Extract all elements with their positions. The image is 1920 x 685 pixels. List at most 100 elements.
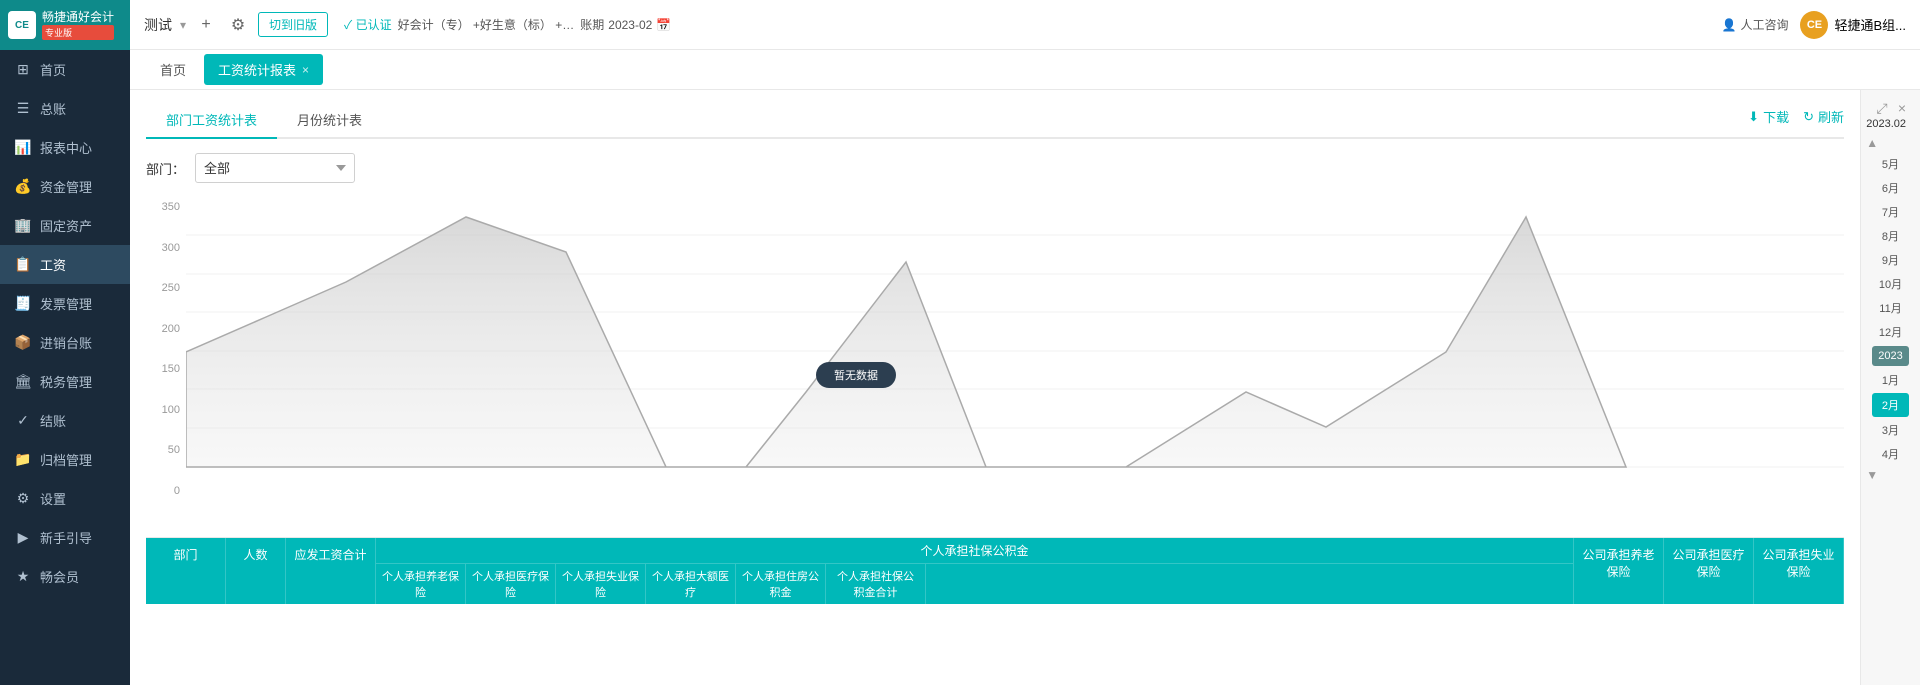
sidebar-item-label: 结账 bbox=[40, 411, 66, 430]
sidebar-item-label: 工资 bbox=[40, 255, 66, 274]
sidebar-item-reports[interactable]: 📊 报表中心 bbox=[0, 128, 130, 167]
th-personal-group: 个人承担社保公积金 个人承担养老保险 个人承担医疗保险 个人承担失业保险 个人承… bbox=[376, 538, 1574, 604]
tab-salary-report[interactable]: 工资统计报表 × bbox=[204, 54, 323, 85]
panel-up-arrow[interactable]: ▲ bbox=[1866, 136, 1914, 150]
sidebar-item-funds[interactable]: 💰 资金管理 bbox=[0, 167, 130, 206]
sub-tab-month[interactable]: 月份统计表 bbox=[277, 102, 382, 139]
th-personal-group-title: 个人承担社保公积金 bbox=[376, 538, 1573, 564]
bottom-table: 部门 人数 应发工资合计 个人承担社保公积金 个人承担养老保险 个人承担医疗保险… bbox=[146, 537, 1844, 604]
sidebar-item-ledger[interactable]: ☰ 总账 bbox=[0, 89, 130, 128]
assets-icon: 🏢 bbox=[14, 217, 32, 234]
switch-version-button[interactable]: 切到旧版 bbox=[258, 12, 328, 37]
right-panel-content: 2023.02 ▲ 5月 6月 7月 8月 9月 10月 11月 12月 202… bbox=[1866, 118, 1914, 484]
panel-month-1[interactable]: 1月 bbox=[1866, 368, 1914, 392]
dept-label: 部门： bbox=[146, 159, 185, 178]
tax-icon: 🏛 bbox=[14, 373, 32, 390]
sidebar-item-label: 发票管理 bbox=[40, 294, 92, 313]
refresh-button[interactable]: ↻ 刷新 bbox=[1803, 107, 1844, 126]
th-personal-group-cols: 个人承担养老保险 个人承担医疗保险 个人承担失业保险 个人承担大额医疗 个人承担… bbox=[376, 564, 1573, 604]
tab-home[interactable]: 首页 bbox=[146, 54, 200, 85]
sub-tab-dept[interactable]: 部门工资统计表 bbox=[146, 102, 277, 139]
user-menu[interactable]: CE 轻捷通B组... bbox=[1800, 11, 1906, 39]
archive-icon: 📁 bbox=[14, 451, 32, 468]
panel-month-8[interactable]: 8月 bbox=[1866, 224, 1914, 248]
logo-text: 畅捷通好会计 bbox=[42, 10, 114, 24]
sidebar-item-label: 税务管理 bbox=[40, 372, 92, 391]
sidebar-item-invoice[interactable]: 🧾 发票管理 bbox=[0, 284, 130, 323]
y-label-150: 150 bbox=[146, 363, 186, 375]
y-label-0: 0 bbox=[146, 485, 186, 497]
th-unemployment-company: 公司承担失业保险 bbox=[1754, 538, 1844, 604]
download-icon: ⬇ bbox=[1748, 109, 1759, 125]
salary-icon: 📋 bbox=[14, 256, 32, 273]
tabs-row: 首页 工资统计报表 × bbox=[130, 50, 1920, 90]
avatar: CE bbox=[1800, 11, 1828, 39]
settings-gear-icon[interactable]: ⚙ bbox=[226, 13, 250, 37]
add-button[interactable]: + bbox=[194, 13, 218, 37]
panel-month-7[interactable]: 7月 bbox=[1866, 200, 1914, 224]
help-button[interactable]: 👤 人工咨询 bbox=[1722, 16, 1789, 33]
sidebar-item-label: 归档管理 bbox=[40, 450, 92, 469]
download-button[interactable]: ⬇ 下载 bbox=[1748, 107, 1789, 126]
tab-close-icon[interactable]: × bbox=[302, 63, 309, 77]
right-panel: × ⤢ 2023.02 ▲ 5月 6月 7月 8月 9月 10月 11月 12月… bbox=[1860, 90, 1920, 685]
chart-container: 暂无数据 0 50 100 150 200 250 300 350 bbox=[146, 197, 1844, 537]
y-label-300: 300 bbox=[146, 242, 186, 254]
panel-month-5[interactable]: 5月 bbox=[1866, 152, 1914, 176]
sidebar-item-assets[interactable]: 🏢 固定资产 bbox=[0, 206, 130, 245]
top-header: 测试 ▾ + ⚙ 切到旧版 ✓ 已认证 好会计（专） +好生意（标） +… 账期… bbox=[130, 0, 1920, 50]
sidebar-item-label: 总账 bbox=[40, 99, 66, 118]
panel-year-2023[interactable]: 2023 bbox=[1872, 346, 1908, 366]
sidebar-item-archive[interactable]: 📁 归档管理 bbox=[0, 440, 130, 479]
y-label-100: 100 bbox=[146, 404, 186, 416]
panel-close-button[interactable]: × bbox=[1892, 98, 1912, 118]
member-icon: ★ bbox=[14, 568, 32, 585]
funds-icon: 💰 bbox=[14, 178, 32, 195]
panel-month-2-active[interactable]: 2月 bbox=[1872, 393, 1908, 417]
panel-month-12[interactable]: 12月 bbox=[1866, 320, 1914, 344]
calendar-icon[interactable]: 📅 bbox=[656, 18, 671, 32]
sidebar-item-label: 畅会员 bbox=[40, 567, 79, 586]
panel-month-10[interactable]: 10月 bbox=[1866, 272, 1914, 296]
toolbar: 部门： 全部 bbox=[146, 153, 1844, 183]
logo-text-area: 畅捷通好会计 专业版 bbox=[42, 10, 114, 39]
th-pension-company: 公司承担养老保险 bbox=[1574, 538, 1664, 604]
trade-icon: 📦 bbox=[14, 334, 32, 351]
dept-select[interactable]: 全部 bbox=[195, 153, 355, 183]
panel-month-6[interactable]: 6月 bbox=[1866, 176, 1914, 200]
th-major-medical-personal: 个人承担大额医疗 bbox=[646, 564, 736, 604]
th-pension-personal: 个人承担养老保险 bbox=[376, 564, 466, 604]
invoice-icon: 🧾 bbox=[14, 295, 32, 312]
sidebar-item-guide[interactable]: ▶ 新手引导 bbox=[0, 518, 130, 557]
th-people: 人数 bbox=[226, 538, 286, 604]
panel-month-11[interactable]: 11月 bbox=[1866, 296, 1914, 320]
panel-month-4[interactable]: 4月 bbox=[1866, 442, 1914, 466]
settings-icon: ⚙ bbox=[14, 490, 32, 507]
sidebar-item-trade[interactable]: 📦 进销台账 bbox=[0, 323, 130, 362]
logo-badge: 专业版 bbox=[42, 25, 114, 40]
y-label-50: 50 bbox=[146, 444, 186, 456]
sidebar-item-tax[interactable]: 🏛 税务管理 bbox=[0, 362, 130, 401]
th-medical-company: 公司承担医疗保险 bbox=[1664, 538, 1754, 604]
close-account-icon: ✓ bbox=[14, 412, 32, 429]
sidebar-item-settings[interactable]: ⚙ 设置 bbox=[0, 479, 130, 518]
user-name: 轻捷通B组... bbox=[1834, 15, 1906, 34]
sidebar-item-label: 报表中心 bbox=[40, 138, 92, 157]
table-header: 部门 人数 应发工资合计 个人承担社保公积金 个人承担养老保险 个人承担医疗保险… bbox=[146, 538, 1844, 604]
panel-month-3[interactable]: 3月 bbox=[1866, 418, 1914, 442]
reports-icon: 📊 bbox=[14, 139, 32, 156]
content-main: 部门工资统计表 月份统计表 ⬇ 下载 ↻ 刷新 部门： bbox=[130, 90, 1860, 685]
panel-down-arrow[interactable]: ▼ bbox=[1866, 468, 1914, 482]
sidebar-item-close[interactable]: ✓ 结账 bbox=[0, 401, 130, 440]
sidebar-item-home[interactable]: ⊞ 首页 bbox=[0, 50, 130, 89]
y-label-200: 200 bbox=[146, 323, 186, 335]
panel-expand-button[interactable]: ⤢ bbox=[1872, 98, 1892, 118]
sidebar-item-label: 进销台账 bbox=[40, 333, 92, 352]
sidebar-item-salary[interactable]: 📋 工资 bbox=[0, 245, 130, 284]
logo-abbr: CE bbox=[15, 20, 29, 31]
chart-svg: 暂无数据 bbox=[186, 197, 1844, 507]
chevron-down-icon: ▾ bbox=[180, 18, 186, 32]
panel-month-9[interactable]: 9月 bbox=[1866, 248, 1914, 272]
toolbar-actions: ⬇ 下载 ↻ 刷新 bbox=[1748, 102, 1844, 137]
sidebar-item-member[interactable]: ★ 畅会员 bbox=[0, 557, 130, 596]
